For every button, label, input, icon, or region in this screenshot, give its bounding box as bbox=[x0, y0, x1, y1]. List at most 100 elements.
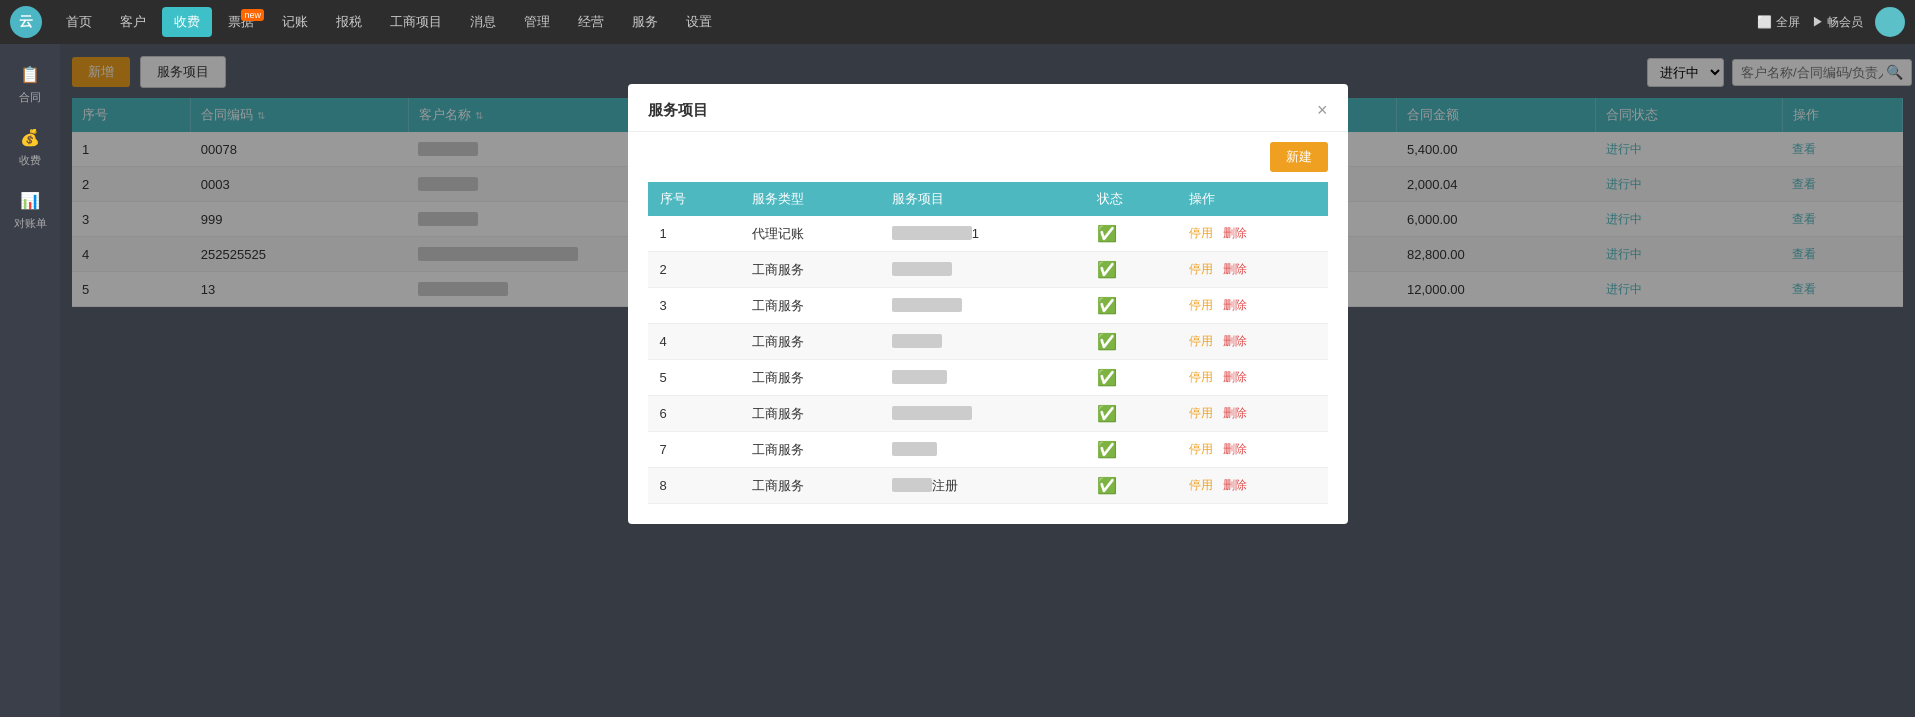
modal-cell-ops: 停用 删除 bbox=[1177, 468, 1328, 504]
top-navigation: 云 首页 客户 收费 票据 new 记账 报税 工商项目 消息 管理 经营 服务… bbox=[0, 0, 1915, 44]
modal-header: 服务项目 × bbox=[628, 84, 1348, 132]
nav-home[interactable]: 首页 bbox=[54, 7, 104, 37]
modal-cell-seq: 7 bbox=[648, 432, 740, 468]
modal-cell-ops: 停用 删除 bbox=[1177, 252, 1328, 288]
modal-table-row: 3 工商服务 ✅ 停用 删除 bbox=[648, 288, 1328, 324]
modal-cell-seq: 3 bbox=[648, 288, 740, 324]
modal-cell-seq: 4 bbox=[648, 324, 740, 360]
modal-close-button[interactable]: × bbox=[1317, 100, 1328, 121]
nav-shezhi[interactable]: 设置 bbox=[674, 7, 724, 37]
sidebar-item-hetong[interactable]: 📋 合同 bbox=[0, 54, 60, 113]
main-layout: 📋 合同 💰 收费 📊 对账单 新增 服务项目 进行中 全部 已结束 bbox=[0, 44, 1915, 717]
nav-customer[interactable]: 客户 bbox=[108, 7, 158, 37]
stop-button[interactable]: 停用 bbox=[1189, 370, 1213, 384]
delete-button[interactable]: 删除 bbox=[1223, 370, 1247, 384]
modal-cell-ops: 停用 删除 bbox=[1177, 324, 1328, 360]
modal-col-ops: 操作 bbox=[1177, 182, 1328, 216]
modal-cell-status: ✅ bbox=[1085, 324, 1177, 360]
modal-cell-seq: 1 bbox=[648, 216, 740, 252]
modal-cell-item: 注册 bbox=[880, 468, 1085, 504]
stop-button[interactable]: 停用 bbox=[1189, 226, 1213, 240]
nav-guanli[interactable]: 管理 bbox=[512, 7, 562, 37]
blurred-item bbox=[892, 478, 932, 492]
sidebar-item-shoufei-label: 收费 bbox=[19, 153, 41, 168]
nav-piaoju[interactable]: 票据 new bbox=[216, 7, 266, 37]
stop-button[interactable]: 停用 bbox=[1189, 406, 1213, 420]
modal-col-status: 状态 bbox=[1085, 182, 1177, 216]
modal-cell-ops: 停用 删除 bbox=[1177, 360, 1328, 396]
modal-cell-status: ✅ bbox=[1085, 252, 1177, 288]
delete-button[interactable]: 删除 bbox=[1223, 478, 1247, 492]
delete-button[interactable]: 删除 bbox=[1223, 442, 1247, 456]
modal-cell-type: 工商服务 bbox=[740, 432, 880, 468]
stop-button[interactable]: 停用 bbox=[1189, 442, 1213, 456]
sidebar: 📋 合同 💰 收费 📊 对账单 bbox=[0, 44, 60, 717]
fullscreen-label[interactable]: ⬜ 全屏 bbox=[1757, 14, 1799, 31]
delete-button[interactable]: 删除 bbox=[1223, 406, 1247, 420]
delete-button[interactable]: 删除 bbox=[1223, 226, 1247, 240]
modal-cell-item bbox=[880, 252, 1085, 288]
modal-cell-ops: 停用 删除 bbox=[1177, 396, 1328, 432]
stop-button[interactable]: 停用 bbox=[1189, 298, 1213, 312]
modal-overlay: 服务项目 × 新建 序号 服务类型 服务项目 状态 bbox=[60, 44, 1915, 717]
blurred-item bbox=[892, 442, 937, 456]
status-check-icon: ✅ bbox=[1097, 441, 1117, 458]
modal-table-row: 7 工商服务 ✅ 停用 删除 bbox=[648, 432, 1328, 468]
modal-table-container: 序号 服务类型 服务项目 状态 操作 1 代理记账 1 bbox=[628, 182, 1348, 524]
modal-cell-type: 工商服务 bbox=[740, 396, 880, 432]
modal-col-item: 服务项目 bbox=[880, 182, 1085, 216]
modal-cell-type: 工商服务 bbox=[740, 288, 880, 324]
stop-button[interactable]: 停用 bbox=[1189, 334, 1213, 348]
sidebar-item-duizhang[interactable]: 📊 对账单 bbox=[0, 180, 60, 239]
delete-button[interactable]: 删除 bbox=[1223, 298, 1247, 312]
delete-button[interactable]: 删除 bbox=[1223, 334, 1247, 348]
status-check-icon: ✅ bbox=[1097, 477, 1117, 494]
blurred-item bbox=[892, 226, 972, 240]
nav-fuwu[interactable]: 服务 bbox=[620, 7, 670, 37]
nav-shoufei[interactable]: 收费 bbox=[162, 7, 212, 37]
vip-label[interactable]: ▶ 畅会员 bbox=[1812, 14, 1863, 31]
stop-button[interactable]: 停用 bbox=[1189, 478, 1213, 492]
modal-toolbar: 新建 bbox=[628, 132, 1348, 182]
modal-cell-type: 代理记账 bbox=[740, 216, 880, 252]
status-check-icon: ✅ bbox=[1097, 297, 1117, 314]
nav-jizhang[interactable]: 记账 bbox=[270, 7, 320, 37]
modal-cell-item bbox=[880, 432, 1085, 468]
modal-cell-status: ✅ bbox=[1085, 360, 1177, 396]
modal-cell-type: 工商服务 bbox=[740, 360, 880, 396]
user-avatar[interactable] bbox=[1875, 7, 1905, 37]
modal-cell-status: ✅ bbox=[1085, 468, 1177, 504]
statement-icon: 📊 bbox=[18, 188, 42, 212]
stop-button[interactable]: 停用 bbox=[1189, 262, 1213, 276]
modal-cell-status: ✅ bbox=[1085, 288, 1177, 324]
nav-gongshang[interactable]: 工商项目 bbox=[378, 7, 454, 37]
nav-xiaoxi[interactable]: 消息 bbox=[458, 7, 508, 37]
modal-cell-item: 1 bbox=[880, 216, 1085, 252]
modal-table-row: 2 工商服务 ✅ 停用 删除 bbox=[648, 252, 1328, 288]
app-logo: 云 bbox=[10, 6, 42, 38]
modal-cell-seq: 6 bbox=[648, 396, 740, 432]
modal-cell-item bbox=[880, 396, 1085, 432]
modal-title: 服务项目 bbox=[648, 101, 708, 120]
nav-jingying[interactable]: 经营 bbox=[566, 7, 616, 37]
modal-col-type: 服务类型 bbox=[740, 182, 880, 216]
service-items-table: 序号 服务类型 服务项目 状态 操作 1 代理记账 1 bbox=[648, 182, 1328, 504]
modal-cell-item bbox=[880, 288, 1085, 324]
modal-cell-status: ✅ bbox=[1085, 432, 1177, 468]
blurred-item bbox=[892, 298, 962, 312]
modal-table-row: 1 代理记账 1 ✅ 停用 删除 bbox=[648, 216, 1328, 252]
sidebar-item-shoufei[interactable]: 💰 收费 bbox=[0, 117, 60, 176]
modal-cell-item bbox=[880, 360, 1085, 396]
modal-new-button[interactable]: 新建 bbox=[1270, 142, 1328, 172]
modal-table-row: 6 工商服务 ✅ 停用 删除 bbox=[648, 396, 1328, 432]
nav-baoshui[interactable]: 报税 bbox=[324, 7, 374, 37]
delete-button[interactable]: 删除 bbox=[1223, 262, 1247, 276]
contract-icon: 📋 bbox=[18, 62, 42, 86]
status-check-icon: ✅ bbox=[1097, 261, 1117, 278]
modal-cell-type: 工商服务 bbox=[740, 252, 880, 288]
modal-cell-ops: 停用 删除 bbox=[1177, 216, 1328, 252]
fee-icon: 💰 bbox=[18, 125, 42, 149]
status-check-icon: ✅ bbox=[1097, 333, 1117, 350]
modal-table-row: 5 工商服务 ✅ 停用 删除 bbox=[648, 360, 1328, 396]
blurred-item bbox=[892, 262, 952, 276]
